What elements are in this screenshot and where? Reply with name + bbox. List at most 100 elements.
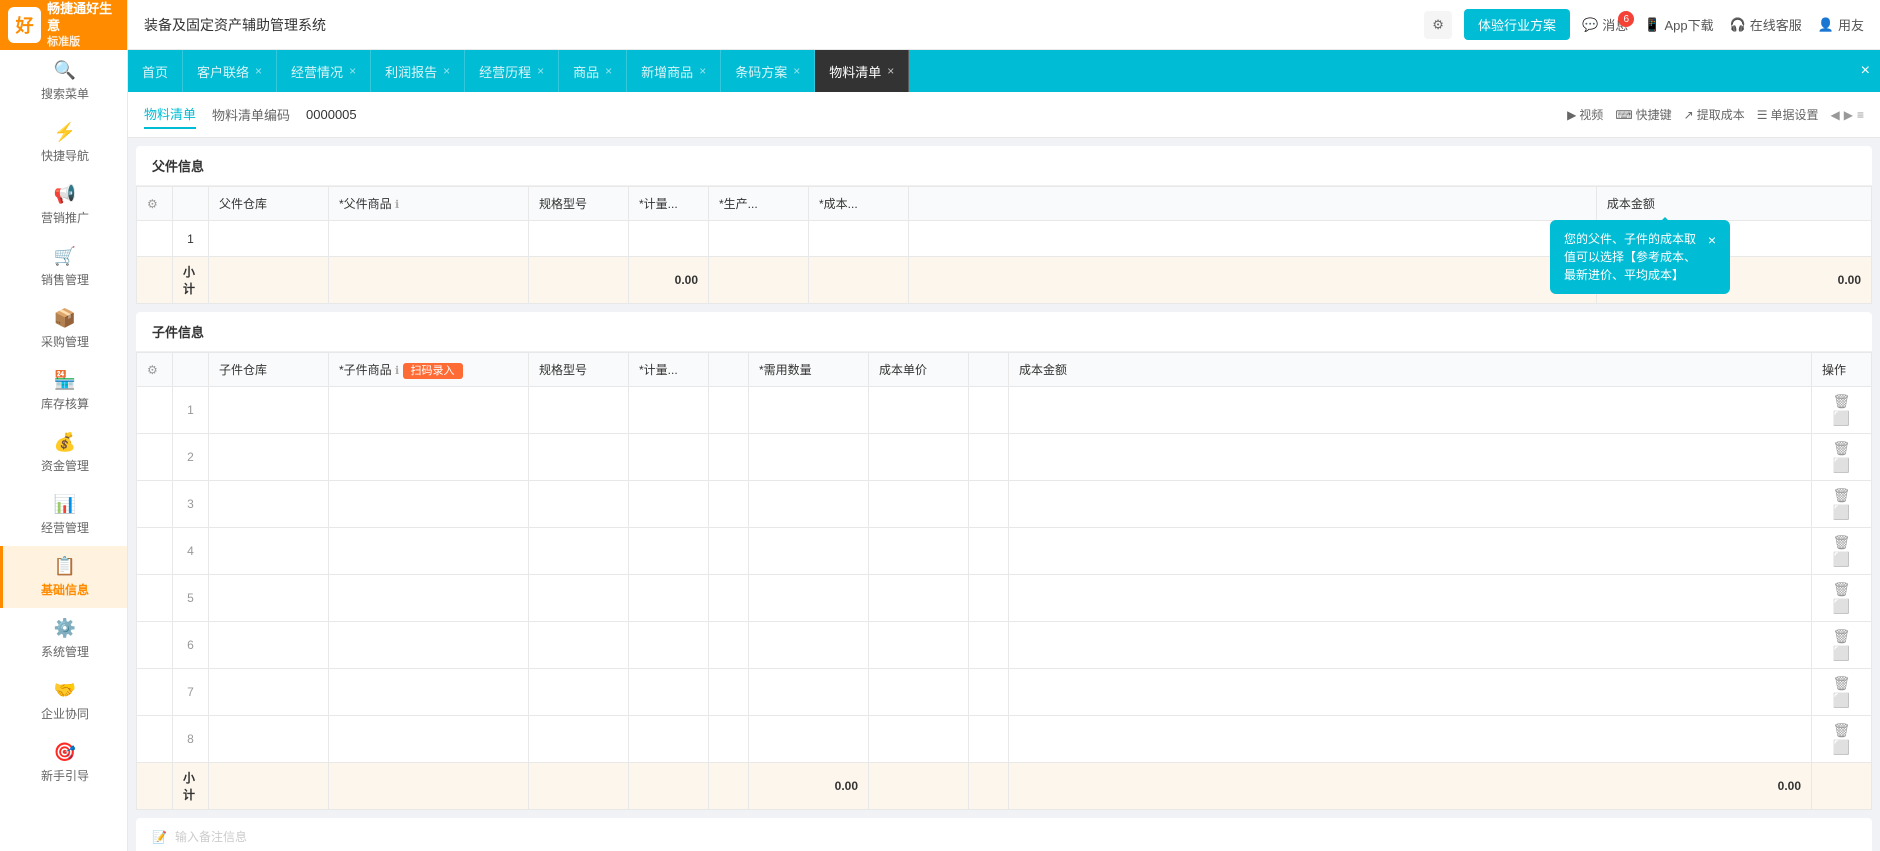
parent-product-info-icon[interactable]: ℹ (395, 199, 399, 211)
sidebar-item-finance[interactable]: 💰 资金管理 (0, 422, 127, 484)
child-row-2-unit[interactable] (629, 481, 709, 528)
nav-next[interactable]: ▶ (1844, 108, 1853, 122)
extract-cost-action[interactable]: ↗ 提取成本 (1684, 106, 1745, 123)
video-action[interactable]: ▶ 视频 (1567, 106, 1603, 123)
app-download-button[interactable]: 📱 App下载 (1644, 15, 1713, 34)
sidebar-item-enterprise[interactable]: 🤝 企业协同 (0, 670, 127, 732)
child-row-5-warehouse[interactable] (209, 622, 329, 669)
child-row-7-quantity[interactable] (749, 716, 869, 763)
child-row-7-spec[interactable] (529, 716, 629, 763)
parent-row-product[interactable] (329, 221, 529, 257)
child-row-6-warehouse[interactable] (209, 669, 329, 716)
tab-history[interactable]: 经营历程 × (465, 50, 559, 92)
close-new-products-tab[interactable]: × (699, 64, 706, 78)
child-row-5-unit[interactable] (629, 622, 709, 669)
child-row-4-unit[interactable] (629, 575, 709, 622)
child-row-4-product[interactable] (329, 575, 529, 622)
child-row-3-unit[interactable] (629, 528, 709, 575)
sidebar-item-operations[interactable]: 📊 经营管理 (0, 484, 127, 546)
child-row-0-unit[interactable] (629, 387, 709, 434)
close-products-tab[interactable]: × (605, 64, 612, 78)
nav-prev[interactable]: ◀ (1831, 108, 1840, 122)
child-row-7-product[interactable] (329, 716, 529, 763)
online-service-button[interactable]: 🎧 在线客服 (1730, 15, 1802, 34)
tab-bom[interactable]: 物料清单 × (815, 50, 909, 92)
tab-customers[interactable]: 客户联络 × (183, 50, 277, 92)
child-row-0-copy-btn[interactable]: ⬜ (1831, 408, 1852, 428)
parent-row-production[interactable] (709, 221, 809, 257)
child-row-1-copy-btn[interactable]: ⬜ (1831, 455, 1852, 475)
trial-button[interactable]: 体验行业方案 (1464, 9, 1570, 40)
scan-button[interactable]: 扫码录入 (403, 363, 463, 379)
child-row-1-quantity[interactable] (749, 434, 869, 481)
child-row-1-unit-cost[interactable] (869, 434, 969, 481)
child-row-6-spec[interactable] (529, 669, 629, 716)
child-row-7-copy-btn[interactable]: ⬜ (1831, 737, 1852, 757)
child-row-0-product[interactable] (329, 387, 529, 434)
sidebar-item-quick-nav[interactable]: ⚡ 快捷导航 (0, 112, 127, 174)
child-row-3-quantity[interactable] (749, 528, 869, 575)
tab-operations[interactable]: 经营情况 × (277, 50, 371, 92)
child-row-4-warehouse[interactable] (209, 575, 329, 622)
close-operations-tab[interactable]: × (349, 64, 356, 78)
child-row-5-product[interactable] (329, 622, 529, 669)
tooltip-close-button[interactable]: × (1708, 230, 1716, 251)
child-row-4-copy-btn[interactable]: ⬜ (1831, 596, 1852, 616)
nav-menu[interactable]: ≡ (1857, 108, 1864, 122)
sidebar-item-purchase[interactable]: 📦 采购管理 (0, 298, 127, 360)
message-button[interactable]: 💬 消息 6 (1582, 15, 1628, 34)
child-row-2-spec[interactable] (529, 481, 629, 528)
sidebar-item-marketing[interactable]: 📢 营销推广 (0, 174, 127, 236)
sub-tab-bom-code[interactable]: 物料清单编码 (212, 101, 290, 128)
child-row-3-spec[interactable] (529, 528, 629, 575)
child-row-7-warehouse[interactable] (209, 716, 329, 763)
child-row-2-unit-cost[interactable] (869, 481, 969, 528)
child-row-0-unit-cost[interactable] (869, 387, 969, 434)
child-row-5-quantity[interactable] (749, 622, 869, 669)
parent-gear-icon[interactable]: ⚙ (147, 197, 158, 211)
child-row-6-product[interactable] (329, 669, 529, 716)
sidebar-item-system[interactable]: ⚙️ 系统管理 (0, 608, 127, 670)
tab-barcode[interactable]: 条码方案 × (721, 50, 815, 92)
sidebar-item-guide[interactable]: 🎯 新手引导 (0, 732, 127, 794)
close-history-tab[interactable]: × (537, 64, 544, 78)
parent-row-cost[interactable] (809, 221, 909, 257)
child-row-2-warehouse[interactable] (209, 481, 329, 528)
tab-products[interactable]: 商品 × (559, 50, 627, 92)
parent-row-warehouse[interactable] (209, 221, 329, 257)
child-row-6-unit-cost[interactable] (869, 669, 969, 716)
child-row-4-spec[interactable] (529, 575, 629, 622)
child-row-1-product[interactable] (329, 434, 529, 481)
settings-button[interactable]: ⚙ (1424, 11, 1452, 39)
sidebar-item-search[interactable]: 🔍 搜索菜单 (0, 50, 127, 112)
parent-row-unit[interactable] (629, 221, 709, 257)
child-row-2-quantity[interactable] (749, 481, 869, 528)
single-settings-action[interactable]: ☰ 单据设置 (1757, 106, 1819, 123)
close-all-tabs[interactable]: × (1851, 50, 1880, 92)
child-row-0-spec[interactable] (529, 387, 629, 434)
tab-home[interactable]: 首页 (128, 50, 183, 92)
note-placeholder[interactable]: 输入备注信息 (175, 828, 247, 845)
shortcut-action[interactable]: ⌨ 快捷键 (1615, 106, 1671, 123)
sidebar-item-sales[interactable]: 🛒 销售管理 (0, 236, 127, 298)
tab-new-products[interactable]: 新增商品 × (627, 50, 721, 92)
child-row-3-warehouse[interactable] (209, 528, 329, 575)
child-row-7-unit[interactable] (629, 716, 709, 763)
child-row-6-quantity[interactable] (749, 669, 869, 716)
sidebar-item-inventory[interactable]: 🏪 库存核算 (0, 360, 127, 422)
close-bom-tab[interactable]: × (887, 64, 894, 78)
child-product-info-icon[interactable]: ℹ (395, 365, 399, 377)
child-row-6-copy-btn[interactable]: ⬜ (1831, 690, 1852, 710)
child-row-7-unit-cost[interactable] (869, 716, 969, 763)
sub-tab-bom[interactable]: 物料清单 (144, 100, 196, 129)
sidebar-item-basic-info[interactable]: 📋 基础信息 (0, 546, 127, 608)
child-row-5-unit-cost[interactable] (869, 622, 969, 669)
parent-row-spec[interactable] (529, 221, 629, 257)
child-row-1-spec[interactable] (529, 434, 629, 481)
child-row-4-quantity[interactable] (749, 575, 869, 622)
close-profit-tab[interactable]: × (443, 64, 450, 78)
tab-profit[interactable]: 利润报告 × (371, 50, 465, 92)
child-row-3-unit-cost[interactable] (869, 528, 969, 575)
child-row-6-unit[interactable] (629, 669, 709, 716)
child-row-5-spec[interactable] (529, 622, 629, 669)
